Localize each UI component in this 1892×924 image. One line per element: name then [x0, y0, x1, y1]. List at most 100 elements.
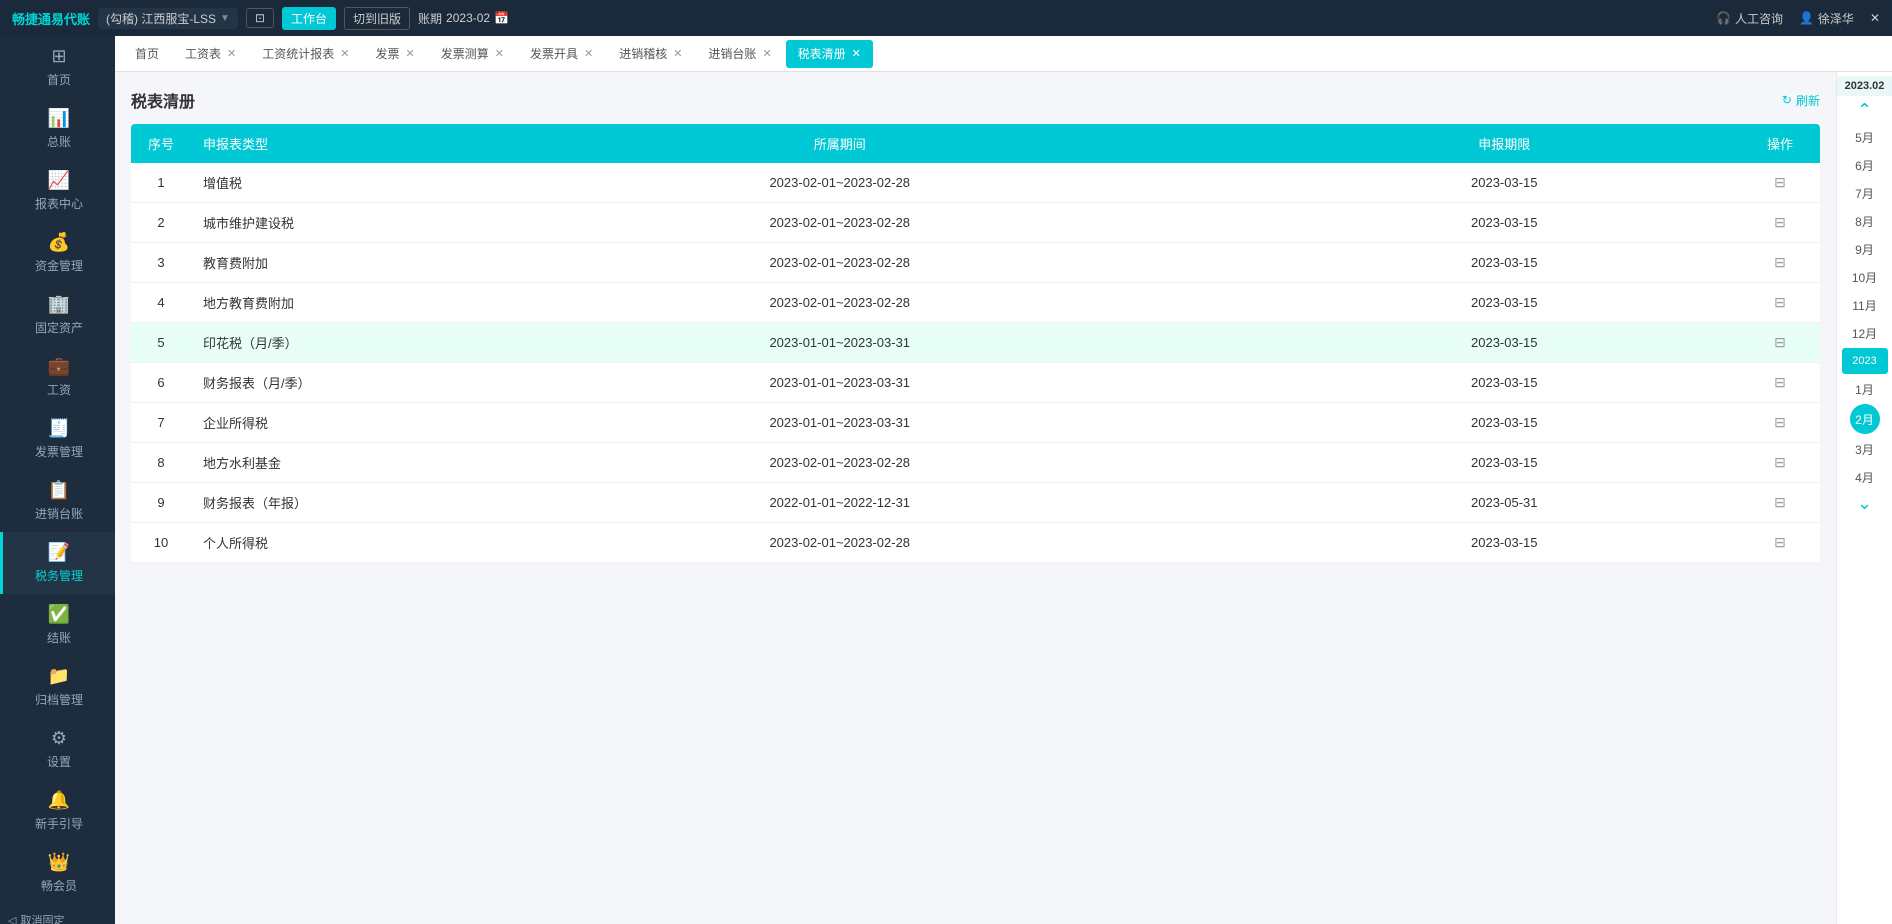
sidebar-item-assets[interactable]: 🏢 固定资产: [0, 284, 115, 346]
cell-type: 地方教育费附加: [191, 283, 411, 323]
action-detail-icon[interactable]: ⊟: [1774, 174, 1786, 190]
sidebar-item-settle[interactable]: ✅ 结账: [0, 594, 115, 656]
sidebar-item-purchase[interactable]: 📋 进销台账: [0, 470, 115, 532]
username: 徐泽华: [1818, 10, 1854, 27]
action-detail-icon[interactable]: ⊟: [1774, 334, 1786, 350]
period-value: 2023-02: [446, 11, 490, 25]
action-detail-icon[interactable]: ⊟: [1774, 214, 1786, 230]
cell-type: 企业所得税: [191, 403, 411, 443]
calendar-month-11[interactable]: 11月: [1842, 292, 1888, 318]
tab-close-icon[interactable]: ✕: [406, 47, 415, 60]
tab-home[interactable]: 首页: [123, 40, 171, 68]
copy-btn[interactable]: ⊡: [246, 8, 274, 28]
sidebar-item-report[interactable]: 📈 报表中心: [0, 160, 115, 222]
sidebar-item-vip[interactable]: 👑 畅会员: [0, 842, 115, 904]
cell-type: 个人所得税: [191, 523, 411, 563]
calendar-month-7[interactable]: 7月: [1842, 180, 1888, 206]
col-period: 所属期间: [411, 124, 1269, 163]
cell-deadline: 2023-05-31: [1269, 483, 1741, 523]
action-detail-icon[interactable]: ⊟: [1774, 534, 1786, 550]
ai-consult[interactable]: 🎧 人工咨询: [1716, 10, 1783, 27]
calendar-month-8[interactable]: 8月: [1842, 208, 1888, 234]
tab-salary-stats[interactable]: 工资统计报表 ✕: [250, 40, 361, 68]
table-row: 4 地方教育费附加 2023-02-01~2023-02-28 2023-03-…: [131, 283, 1820, 323]
cell-period: 2023-01-01~2023-03-31: [411, 323, 1269, 363]
sidebar-item-salary[interactable]: 💼 工资: [0, 346, 115, 408]
cell-type: 城市维护建设税: [191, 203, 411, 243]
cell-type: 教育费附加: [191, 243, 411, 283]
user-profile[interactable]: 👤 徐泽华: [1799, 10, 1854, 27]
switch-old-button[interactable]: 切到旧版: [344, 7, 410, 30]
cell-deadline: 2023-03-15: [1269, 283, 1741, 323]
calendar-month-10[interactable]: 10月: [1842, 264, 1888, 290]
scroll-down-icon[interactable]: ⌄: [1855, 491, 1874, 516]
tab-invoice[interactable]: 发票 ✕: [363, 40, 426, 68]
close-icon[interactable]: ✕: [1870, 11, 1880, 25]
calendar-month-5[interactable]: 5月: [1842, 124, 1888, 150]
cell-action: ⊟: [1740, 443, 1820, 483]
scroll-up-icon[interactable]: ⌃: [1855, 98, 1874, 123]
tab-close-icon[interactable]: ✕: [852, 47, 861, 60]
action-detail-icon[interactable]: ⊟: [1774, 454, 1786, 470]
calendar-month-3[interactable]: 3月: [1842, 436, 1888, 462]
tab-close-icon[interactable]: ✕: [227, 47, 236, 60]
action-detail-icon[interactable]: ⊟: [1774, 294, 1786, 310]
ledger-icon: 📊: [48, 108, 70, 129]
cell-deadline: 2023-03-15: [1269, 163, 1741, 203]
cell-action: ⊟: [1740, 243, 1820, 283]
archive-icon: 📁: [48, 666, 70, 687]
sidebar-item-tax[interactable]: 📝 税务管理: [0, 532, 115, 594]
calendar-month-4[interactable]: 4月: [1842, 464, 1888, 490]
company-selector[interactable]: (勾稽) 江西服宝-LSS ▼: [98, 8, 238, 29]
tab-purchase-check[interactable]: 进销稽核 ✕: [607, 40, 694, 68]
cell-deadline: 2023-03-15: [1269, 523, 1741, 563]
cell-period: 2022-01-01~2022-12-31: [411, 483, 1269, 523]
tab-tax-list[interactable]: 税表清册 ✕: [786, 40, 873, 68]
tab-salary-table[interactable]: 工资表 ✕: [173, 40, 248, 68]
tab-close-icon[interactable]: ✕: [495, 47, 504, 60]
action-detail-icon[interactable]: ⊟: [1774, 374, 1786, 390]
sidebar-item-settings[interactable]: ⚙ 设置: [0, 718, 115, 780]
refresh-button[interactable]: ↻ 刷新: [1782, 92, 1820, 109]
calendar-month-6[interactable]: 6月: [1842, 152, 1888, 178]
calendar-month-12[interactable]: 12月: [1842, 320, 1888, 346]
sidebar-item-label: 报表中心: [35, 195, 83, 212]
action-detail-icon[interactable]: ⊟: [1774, 494, 1786, 510]
tab-invoice-open[interactable]: 发票开具 ✕: [518, 40, 605, 68]
tab-close-icon[interactable]: ✕: [584, 47, 593, 60]
calendar-month-1[interactable]: 1月: [1842, 376, 1888, 402]
action-detail-icon[interactable]: ⊟: [1774, 254, 1786, 270]
sidebar-item-archive[interactable]: 📁 归档管理: [0, 656, 115, 718]
tab-close-icon[interactable]: ✕: [673, 47, 682, 60]
unpin-button[interactable]: ◁ 取消固定: [0, 904, 115, 924]
content-area: 首页 工资表 ✕ 工资统计报表 ✕ 发票 ✕ 发票测算 ✕ 发票开具 ✕: [115, 36, 1892, 924]
assets-icon: 🏢: [48, 294, 70, 315]
workbench-button[interactable]: 工作台: [282, 7, 336, 30]
sidebar-item-label: 首页: [47, 71, 71, 88]
calendar-header: 2023.02: [1837, 76, 1892, 96]
sidebar-item-ledger[interactable]: 📊 总账: [0, 98, 115, 160]
tab-purchase-ledger[interactable]: 进销台账 ✕: [696, 40, 783, 68]
calendar-month-2-active[interactable]: 2月: [1850, 404, 1880, 434]
cell-action: ⊟: [1740, 483, 1820, 523]
tab-invoice-calc[interactable]: 发票测算 ✕: [429, 40, 516, 68]
table-row: 8 地方水利基金 2023-02-01~2023-02-28 2023-03-1…: [131, 443, 1820, 483]
tab-close-icon[interactable]: ✕: [762, 47, 771, 60]
company-name: (勾稽) 江西服宝-LSS: [106, 10, 216, 27]
page-title: 税表清册: [131, 88, 195, 112]
sidebar-item-invoice[interactable]: 🧾 发票管理: [0, 408, 115, 470]
sidebar-item-home[interactable]: ⊞ 首页: [0, 36, 115, 98]
calendar-month-9[interactable]: 9月: [1842, 236, 1888, 262]
sidebar-item-label: 总账: [47, 133, 71, 150]
cell-period: 2023-01-01~2023-03-31: [411, 363, 1269, 403]
sidebar-item-guide[interactable]: 🔔 新手引导: [0, 780, 115, 842]
cell-no: 9: [131, 483, 191, 523]
tab-close-icon[interactable]: ✕: [340, 47, 349, 60]
calendar-icon[interactable]: 📅: [494, 11, 509, 25]
tax-table: 序号 申报表类型 所属期间 申报期限 操作 1 增值税 2023-02-01~2…: [131, 124, 1820, 563]
cell-period: 2023-02-01~2023-02-28: [411, 443, 1269, 483]
action-detail-icon[interactable]: ⊟: [1774, 414, 1786, 430]
period-label: 账期: [418, 10, 442, 27]
page-content: 税表清册 ↻ 刷新 序号 申报表类型 所属期间 申报期限 操作: [115, 72, 1892, 924]
sidebar-item-funds[interactable]: 💰 资金管理: [0, 222, 115, 284]
